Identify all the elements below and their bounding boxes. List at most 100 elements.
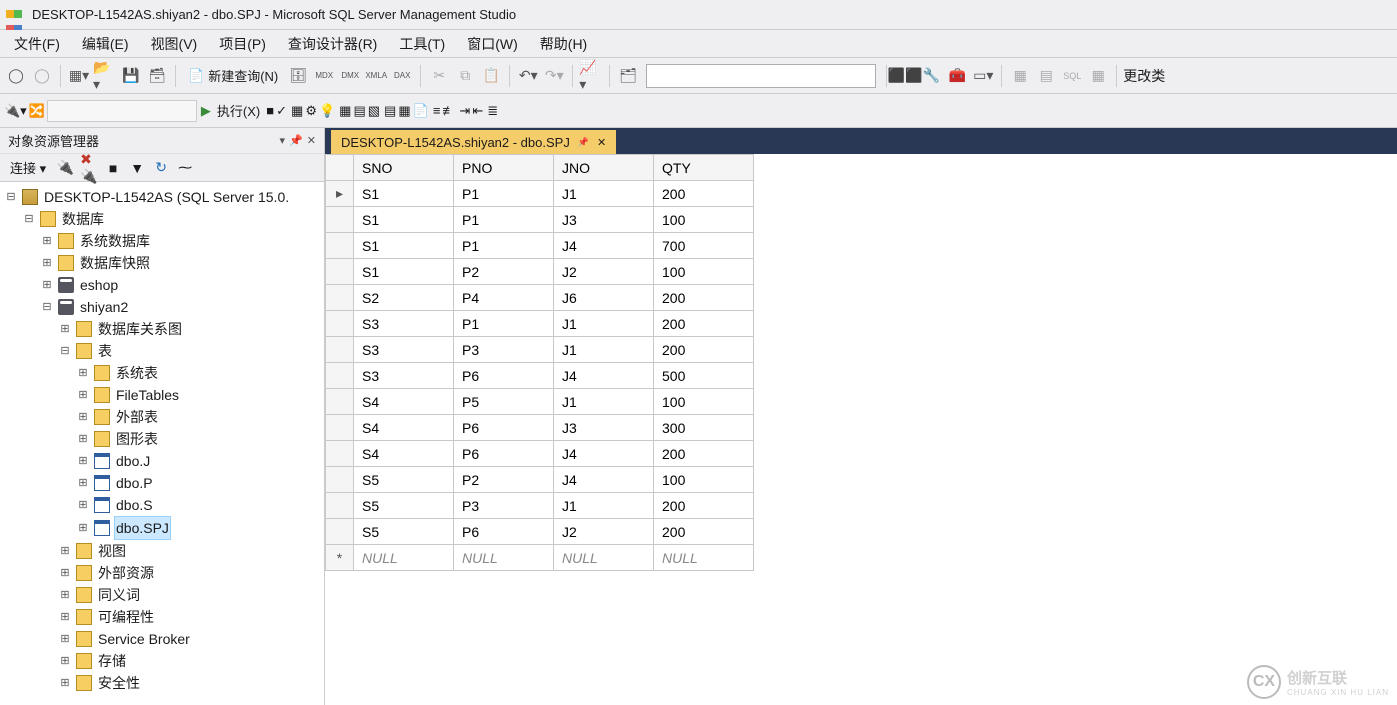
cell-qty[interactable]: 500 (654, 363, 754, 389)
cell-jno[interactable]: J3 (554, 415, 654, 441)
dmx-query-icon[interactable]: DMX (338, 64, 362, 88)
cell-qty[interactable]: 200 (654, 493, 754, 519)
cell-sno[interactable]: S4 (354, 441, 454, 467)
cell-sno[interactable]: S5 (354, 467, 454, 493)
toolbox-icon[interactable]: 🧰 (945, 64, 969, 88)
cell-qty[interactable]: 300 (654, 415, 754, 441)
cell-qty[interactable]: 100 (654, 467, 754, 493)
panel-close-icon[interactable]: ✕ (307, 134, 316, 147)
undo-icon[interactable]: ↶▾ (516, 64, 540, 88)
cell-qty[interactable]: 100 (654, 389, 754, 415)
views-node[interactable]: ⊞视图 (58, 540, 324, 562)
save-icon[interactable]: 💾 (119, 64, 143, 88)
cell-qty[interactable]: 200 (654, 311, 754, 337)
graph-tables-node[interactable]: ⊞图形表 (76, 428, 324, 450)
panel-pin-icon[interactable]: 📌 (289, 134, 303, 147)
database-combo[interactable] (646, 64, 876, 88)
cell-sno[interactable]: S3 (354, 311, 454, 337)
cell-qty[interactable]: 200 (654, 337, 754, 363)
open-icon[interactable]: 📂▾ (93, 64, 117, 88)
menu-project[interactable]: 项目(P) (213, 32, 272, 56)
settings-icon[interactable]: 🔧 (919, 64, 943, 88)
programmability-node[interactable]: ⊞可编程性 (58, 606, 324, 628)
table-row[interactable]: S1 P1 J3 100 (326, 207, 754, 233)
col-header-qty[interactable]: QTY (654, 155, 754, 181)
cell-null[interactable]: NULL (354, 545, 454, 571)
cell-pno[interactable]: P3 (454, 337, 554, 363)
cell-jno[interactable]: J4 (554, 441, 654, 467)
new-item-icon[interactable]: ▦▾ (67, 64, 91, 88)
cell-pno[interactable]: P4 (454, 285, 554, 311)
cell-sno[interactable]: S3 (354, 363, 454, 389)
cell-qty[interactable]: 100 (654, 259, 754, 285)
cell-pno[interactable]: P6 (454, 441, 554, 467)
table-row[interactable]: S5 P6 J2 200 (326, 519, 754, 545)
synonyms-node[interactable]: ⊞同义词 (58, 584, 324, 606)
cell-sno[interactable]: S1 (354, 233, 454, 259)
cell-pno[interactable]: P2 (454, 259, 554, 285)
table-dbo-s[interactable]: ⊞dbo.S (76, 494, 324, 516)
db-eshop-node[interactable]: ⊞eshop (40, 274, 324, 296)
cell-sno[interactable]: S5 (354, 493, 454, 519)
filetables-node[interactable]: ⊞FileTables (76, 384, 324, 406)
col-header-pno[interactable]: PNO (454, 155, 554, 181)
service-broker-node[interactable]: ⊞Service Broker (58, 628, 324, 650)
table-row[interactable]: S1 P2 J2 100 (326, 259, 754, 285)
cell-qty[interactable]: 200 (654, 519, 754, 545)
table-row[interactable]: S3 P1 J1 200 (326, 311, 754, 337)
table-row[interactable]: S2 P4 J6 200 (326, 285, 754, 311)
col-header-jno[interactable]: JNO (554, 155, 654, 181)
cell-jno[interactable]: J2 (554, 519, 654, 545)
new-row[interactable]: * NULL NULL NULL NULL (326, 545, 754, 571)
execute-icon[interactable]: ▶ (201, 103, 211, 119)
cell-jno[interactable]: J6 (554, 285, 654, 311)
snapshots-node[interactable]: ⊞数据库快照 (40, 252, 324, 274)
db-engine-query-icon[interactable]: 🗄 (286, 64, 310, 88)
activity-icon[interactable]: ⁓ (176, 159, 194, 177)
external-resources-node[interactable]: ⊞外部资源 (58, 562, 324, 584)
cell-pno[interactable]: P2 (454, 467, 554, 493)
cell-pno[interactable]: P6 (454, 415, 554, 441)
document-tab[interactable]: DESKTOP-L1542AS.shiyan2 - dbo.SPJ 📌 ✕ (331, 130, 616, 154)
cell-jno[interactable]: J1 (554, 389, 654, 415)
refresh-icon[interactable]: ↻ (152, 159, 170, 177)
cell-null[interactable]: NULL (554, 545, 654, 571)
filter-icon[interactable]: ▼ (128, 159, 146, 177)
cell-qty[interactable]: 100 (654, 207, 754, 233)
cell-jno[interactable]: J4 (554, 363, 654, 389)
cell-pno[interactable]: P1 (454, 181, 554, 207)
cell-sno[interactable]: S1 (354, 181, 454, 207)
table-row[interactable]: ▸ S1 P1 J1 200 (326, 181, 754, 207)
external-tables-node[interactable]: ⊞外部表 (76, 406, 324, 428)
menu-help[interactable]: 帮助(H) (534, 32, 593, 56)
cell-pno[interactable]: P6 (454, 519, 554, 545)
table-row[interactable]: S5 P3 J1 200 (326, 493, 754, 519)
cell-pno[interactable]: P1 (454, 233, 554, 259)
table-row[interactable]: S4 P5 J1 100 (326, 389, 754, 415)
cell-sno[interactable]: S1 (354, 259, 454, 285)
cell-qty[interactable]: 200 (654, 441, 754, 467)
dax-query-icon[interactable]: DAX (390, 64, 414, 88)
system-tables-node[interactable]: ⊞系统表 (76, 362, 324, 384)
cell-jno[interactable]: J1 (554, 311, 654, 337)
disconnect-icon[interactable]: ✖🔌 (80, 159, 98, 177)
menu-query-designer[interactable]: 查询设计器(R) (282, 32, 383, 56)
table-row[interactable]: S3 P3 J1 200 (326, 337, 754, 363)
table-dbo-spj[interactable]: ⊞dbo.SPJ (76, 516, 324, 540)
cell-sno[interactable]: S3 (354, 337, 454, 363)
table-dbo-p[interactable]: ⊞dbo.P (76, 472, 324, 494)
menu-view[interactable]: 视图(V) (145, 32, 204, 56)
cell-qty[interactable]: 200 (654, 285, 754, 311)
nav-back-icon[interactable]: ◯ (4, 64, 28, 88)
cell-sno[interactable]: S4 (354, 415, 454, 441)
cell-pno[interactable]: P3 (454, 493, 554, 519)
menu-tools[interactable]: 工具(T) (393, 32, 451, 56)
storage-node[interactable]: ⊞存储 (58, 650, 324, 672)
cell-sno[interactable]: S5 (354, 519, 454, 545)
db-shiyan2-node[interactable]: ⊟shiyan2 (40, 296, 324, 318)
window-layout-icon[interactable]: ▭▾ (971, 64, 995, 88)
tab-pin-icon[interactable]: 📌 (578, 137, 589, 148)
databases-node[interactable]: ⊟数据库 (22, 208, 324, 230)
new-query-button[interactable]: 📄 新建查询(N) (182, 62, 284, 90)
cell-jno[interactable]: J1 (554, 181, 654, 207)
